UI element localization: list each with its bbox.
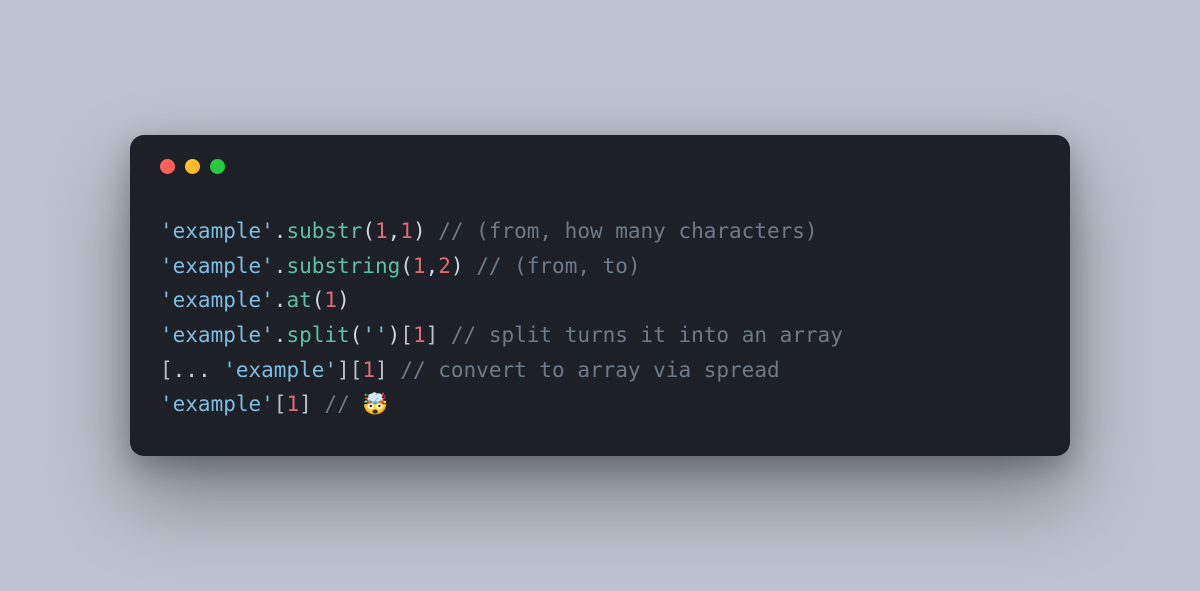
code-token: // (from, to) [476,254,640,278]
code-token: at [286,288,311,312]
code-token: 'example' [160,392,274,416]
code-token: ] [337,358,350,382]
code-token: 'example' [160,254,274,278]
code-line: [... 'example'][1] // convert to array v… [160,358,780,382]
code-token: 'example' [160,323,274,347]
code-token: ] [375,358,388,382]
code-token: 1 [362,358,375,382]
code-token: ] [299,392,312,416]
code-token: , [426,254,439,278]
code-token: ) [388,323,401,347]
minimize-icon[interactable] [185,159,200,174]
code-token: ) [337,288,350,312]
code-token: // [324,392,362,416]
code-token: substring [286,254,400,278]
code-token: ) [413,219,426,243]
code-token: , [388,219,401,243]
close-icon[interactable] [160,159,175,174]
window-controls [160,159,1040,174]
code-token: . [274,323,287,347]
code-token: // convert to array via spread [400,358,779,382]
code-token: ( [312,288,325,312]
code-token: 1 [413,254,426,278]
code-token: . [274,288,287,312]
code-token: [ [274,392,287,416]
code-token [438,323,451,347]
code-token: 2 [438,254,451,278]
code-token: . [274,254,287,278]
code-token: ] [426,323,439,347]
code-token: [ [400,323,413,347]
code-line: 'example'.at(1) [160,288,350,312]
zoom-icon[interactable] [210,159,225,174]
code-line: 'example'[1] // 🤯 [160,392,389,416]
code-token: // split turns it into an array [451,323,843,347]
code-token: 'example' [160,288,274,312]
code-token: 'example' [160,219,274,243]
code-token: [ [160,358,173,382]
code-token: split [286,323,349,347]
code-block: 'example'.substr(1,1) // (from, how many… [160,214,1040,422]
code-token: ( [362,219,375,243]
code-window: 'example'.substr(1,1) // (from, how many… [130,135,1070,456]
code-token: 1 [324,288,337,312]
code-token: '' [362,323,387,347]
code-line: 'example'.substring(1,2) // (from, to) [160,254,641,278]
code-token: [ [350,358,363,382]
code-token: ( [350,323,363,347]
code-token [464,254,477,278]
code-token: 1 [286,392,299,416]
code-token: ... [173,358,224,382]
code-token [388,358,401,382]
code-token: 1 [375,219,388,243]
code-token: ( [400,254,413,278]
stage: 'example'.substr(1,1) // (from, how many… [0,0,1200,591]
code-token: substr [286,219,362,243]
code-token: 1 [400,219,413,243]
code-line: 'example'.substr(1,1) // (from, how many… [160,219,818,243]
code-token: // (from, how many characters) [438,219,817,243]
code-token [312,392,325,416]
code-token: . [274,219,287,243]
code-token: 'example' [223,358,337,382]
code-token [426,219,439,243]
code-line: 'example'.split('')[1] // split turns it… [160,323,843,347]
code-token: 1 [413,323,426,347]
code-token: ) [451,254,464,278]
code-token: 🤯 [362,392,388,416]
